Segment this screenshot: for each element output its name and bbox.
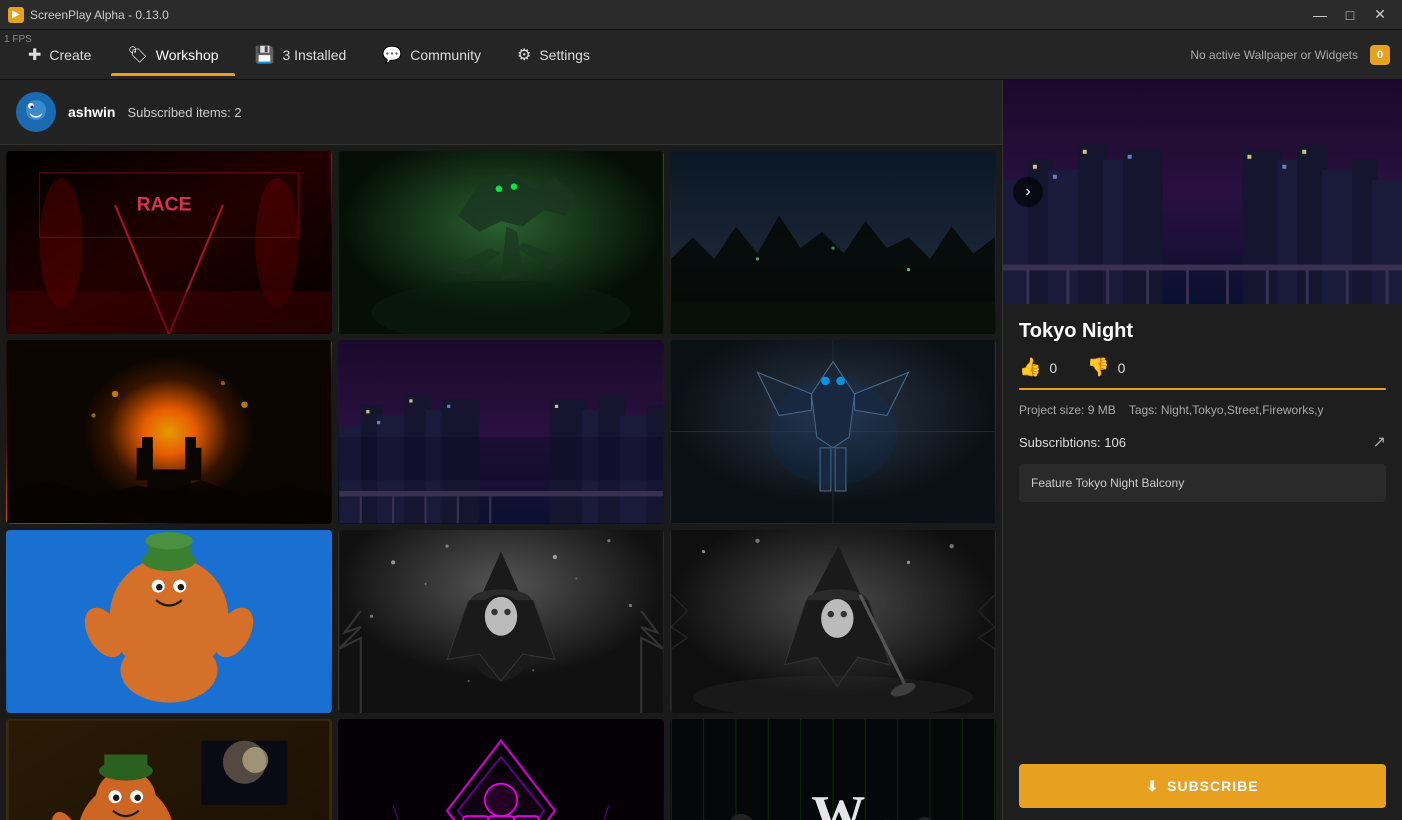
menu-community[interactable]: 💬 Community — [366, 35, 497, 75]
detail-meta: Project size: 9 MB Tags: Night,Tokyo,Str… — [1019, 400, 1386, 422]
settings-icon: ⚙ — [517, 45, 531, 65]
menu-workshop[interactable]: 🏷 Workshop — [111, 35, 234, 75]
svg-text:W: W — [811, 784, 865, 820]
user-avatar — [16, 92, 56, 132]
external-link-icon[interactable]: ↗ — [1373, 432, 1386, 452]
settings-label: Settings — [539, 47, 590, 63]
detail-preview: › — [1003, 80, 1402, 304]
app-title: ScreenPlay Alpha - 0.13.0 — [30, 8, 169, 22]
svg-text:RACE: RACE — [137, 193, 192, 215]
wallpaper-grid: RACE — [0, 145, 1002, 820]
wallpaper-card[interactable] — [338, 719, 664, 820]
wallpaper-card[interactable] — [670, 340, 996, 523]
menu-settings[interactable]: ⚙ Settings — [501, 35, 606, 75]
likes-item[interactable]: 👍 0 — [1019, 357, 1057, 378]
minimize-button[interactable]: — — [1306, 5, 1334, 25]
close-button[interactable]: ✕ — [1366, 5, 1394, 25]
workshop-label: Workshop — [156, 47, 219, 63]
wallpaper-card[interactable]: RACE — [6, 151, 332, 334]
user-header: ashwin Subscribed items: 2 — [0, 80, 1002, 145]
create-icon: ✚ — [28, 45, 41, 65]
wallpaper-card[interactable] — [6, 530, 332, 713]
dislikes-item[interactable]: 👎 0 — [1087, 357, 1125, 378]
community-label: Community — [410, 47, 481, 63]
detail-info: Tokyo Night 👍 0 👎 0 Project size: 9 MB T… — [1003, 304, 1402, 752]
detail-panel: › Tokyo Night 👍 0 👎 0 Project size: 9 MB… — [1002, 80, 1402, 820]
download-icon: ⬇ — [1146, 778, 1159, 795]
menu-bar: 1 FPS ✚ Create 🏷 Workshop 💾 3 Installed … — [0, 30, 1402, 80]
next-preview-button[interactable]: › — [1013, 177, 1043, 207]
thumbs-up-icon: 👍 — [1019, 357, 1041, 378]
notification-badge[interactable]: 0 — [1370, 45, 1390, 65]
maximize-button[interactable]: □ — [1336, 5, 1364, 25]
wallpaper-card[interactable] — [670, 151, 996, 334]
thumbs-down-icon: 👎 — [1087, 357, 1109, 378]
workshop-icon: 🏷 — [127, 45, 147, 65]
subscribe-button[interactable]: ⬇ SUBSCRIBE — [1019, 764, 1386, 808]
subscribed-info: Subscribed items: 2 — [127, 105, 241, 120]
menu-create[interactable]: ✚ Create — [12, 35, 107, 75]
detail-subscriptions: Subscribtions: 106 ↗ — [1019, 432, 1386, 452]
content-area: ashwin Subscribed items: 2 — [0, 80, 1402, 820]
tags-text: Tags: Night,Tokyo,Street,Fireworks,y — [1129, 403, 1324, 417]
user-name: ashwin — [68, 104, 115, 120]
app-icon: ▶ — [8, 7, 24, 23]
wallpaper-card[interactable] — [338, 340, 664, 523]
likes-count: 0 — [1049, 360, 1057, 376]
wallpaper-card[interactable] — [338, 151, 664, 334]
detail-description: Feature Tokyo Night Balcony — [1019, 464, 1386, 502]
title-bar: ▶ ScreenPlay Alpha - 0.13.0 — □ ✕ — [0, 0, 1402, 30]
wallpaper-card[interactable] — [6, 340, 332, 523]
installed-label: 3 Installed — [282, 47, 346, 63]
wallpaper-card[interactable] — [670, 530, 996, 713]
dislikes-count: 0 — [1118, 360, 1126, 376]
detail-divider — [1019, 388, 1386, 390]
subscriptions-count: Subscribtions: 106 — [1019, 435, 1126, 450]
create-label: Create — [49, 47, 91, 63]
community-icon: 💬 — [382, 45, 402, 65]
no-active-label: No active Wallpaper or Widgets — [1190, 48, 1358, 62]
project-size-label: Project size: 9 MB — [1019, 403, 1116, 417]
wallpaper-card[interactable] — [338, 530, 664, 713]
wallpaper-card[interactable]: noolopse — [6, 719, 332, 820]
detail-ratings: 👍 0 👎 0 — [1019, 357, 1386, 378]
title-bar-controls: — □ ✕ — [1306, 5, 1394, 25]
menu-installed[interactable]: 💾 3 Installed — [239, 35, 363, 75]
description-text: Feature Tokyo Night Balcony — [1031, 476, 1184, 490]
detail-title: Tokyo Night — [1019, 320, 1386, 343]
installed-icon: 💾 — [255, 45, 275, 65]
subscribe-label: SUBSCRIBE — [1167, 778, 1258, 794]
title-bar-left: ▶ ScreenPlay Alpha - 0.13.0 — [8, 7, 169, 23]
wallpaper-card[interactable]: W — [670, 719, 996, 820]
gallery-panel[interactable]: ashwin Subscribed items: 2 — [0, 80, 1002, 820]
